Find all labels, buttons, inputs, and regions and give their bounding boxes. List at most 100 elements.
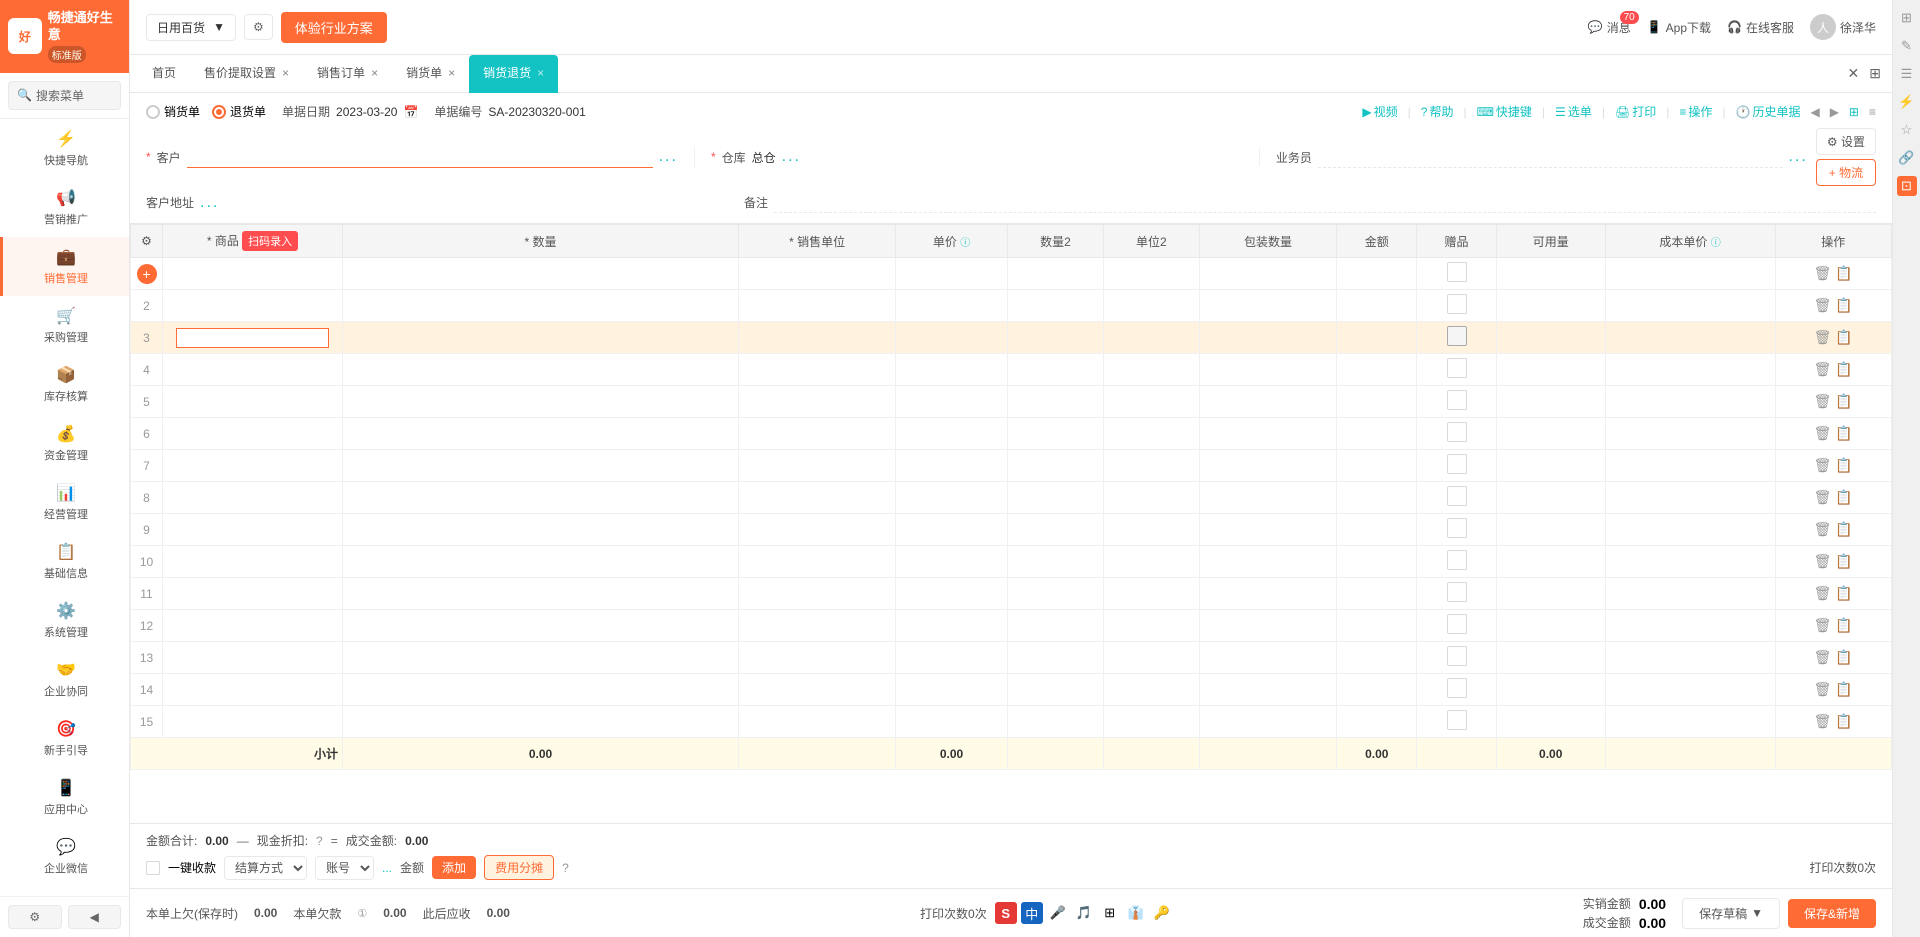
gift-cell[interactable] [1417,482,1497,514]
cost-price-cell[interactable] [1605,610,1775,642]
pack-qty-cell[interactable] [1199,482,1337,514]
available-cell[interactable] [1496,354,1605,386]
copy-icon[interactable]: 📋 [1835,681,1852,698]
cost-price-cell[interactable] [1605,642,1775,674]
cost-price-cell[interactable] [1605,258,1775,290]
unit2-cell[interactable] [1103,610,1199,642]
cost-price-cell[interactable] [1605,290,1775,322]
gift-cell[interactable] [1417,578,1497,610]
delete-icon[interactable]: 🗑 [1814,361,1832,378]
cost-price-tip-icon[interactable]: ⓘ [1711,238,1721,249]
sidebar-item-sales[interactable]: 💼 销售管理 [0,237,129,296]
goods-cell[interactable] [163,514,343,546]
unit2-cell[interactable] [1103,706,1199,738]
unit-price-cell[interactable] [896,354,1008,386]
delete-icon[interactable]: 🗑 [1814,681,1832,698]
amount-cell[interactable] [1337,706,1417,738]
tab-sales-return[interactable]: 销货退货 × [469,55,558,93]
staff-select-dots[interactable]: ... [1789,148,1808,166]
goods-cell[interactable] [163,642,343,674]
copy-icon[interactable]: 📋 [1835,489,1852,506]
unit2-cell[interactable] [1103,290,1199,322]
customer-select-dots[interactable]: ... [659,148,678,166]
qty-cell[interactable] [343,578,739,610]
account-dots[interactable]: ... [382,861,392,875]
sidebar-item-sys-mgmt[interactable]: ⚙️ 系统管理 [0,591,129,650]
sidebar-item-enterprise-wechat[interactable]: 💬 企业微信 [0,827,129,886]
settlement-method-select[interactable]: 结算方式 [224,856,307,880]
unit-price-cell[interactable] [896,322,1008,354]
amount-cell[interactable] [1337,450,1417,482]
qty-cell[interactable] [343,354,739,386]
qty2-cell[interactable] [1008,418,1104,450]
copy-icon[interactable]: 📋 [1835,713,1852,730]
available-cell[interactable] [1496,258,1605,290]
copy-icon[interactable]: 📋 [1835,265,1852,282]
copy-icon[interactable]: 📋 [1835,393,1852,410]
gift-cell[interactable] [1417,450,1497,482]
add-row-button[interactable]: + [137,264,157,284]
delete-icon[interactable]: 🗑 [1814,425,1832,442]
grid-view-icon[interactable]: ⊞ [1849,105,1859,119]
qty-cell[interactable] [343,386,739,418]
tab-sales-order[interactable]: 销售订单 × [303,55,392,93]
scan-barcode-button[interactable]: 扫码录入 [242,231,298,251]
sidebar-item-vip[interactable]: 👑 畅会员 [0,886,129,896]
amount-cell[interactable] [1337,546,1417,578]
bank-account-select[interactable]: 账号 [315,856,374,880]
cost-price-cell[interactable] [1605,450,1775,482]
gift-cell[interactable] [1417,258,1497,290]
pack-qty-cell[interactable] [1199,258,1337,290]
save-new-button[interactable]: 保存&新增 [1788,899,1876,928]
qty2-cell[interactable] [1008,482,1104,514]
qty-cell[interactable] [343,642,739,674]
qty-cell[interactable] [343,610,739,642]
settings-button[interactable]: ⚙ 设置 [1816,128,1876,155]
delete-icon[interactable]: 🗑 [1814,585,1832,602]
unit2-cell[interactable] [1103,322,1199,354]
amount-cell[interactable] [1337,482,1417,514]
cost-price-cell[interactable] [1605,482,1775,514]
qty-cell[interactable] [343,290,739,322]
delete-icon[interactable]: 🗑 [1814,649,1832,666]
amount-cell[interactable] [1337,642,1417,674]
fee-help-icon[interactable]: ? [562,861,569,875]
qty-cell[interactable] [343,706,739,738]
delete-icon[interactable]: 🗑 [1814,297,1832,314]
customer-input[interactable] [187,147,653,168]
gift-cell[interactable] [1417,642,1497,674]
unit-price-cell[interactable] [896,706,1008,738]
prev-doc-icon[interactable]: ◀ [1810,105,1819,119]
sidebar-item-quick-nav[interactable]: ⚡ 快捷导航 [0,119,129,178]
fee-split-button[interactable]: 费用分摊 [484,855,554,880]
goods-cell[interactable] [163,674,343,706]
qty2-cell[interactable] [1008,706,1104,738]
sidebar-item-finance[interactable]: 💰 资金管理 [0,414,129,473]
cost-price-cell[interactable] [1605,354,1775,386]
pack-qty-cell[interactable] [1199,610,1337,642]
pack-qty-cell[interactable] [1199,450,1337,482]
available-cell[interactable] [1496,514,1605,546]
sidebar-item-operations[interactable]: 📊 经营管理 [0,473,129,532]
unit2-cell[interactable] [1103,386,1199,418]
delete-icon[interactable]: 🗑 [1814,393,1832,410]
gift-cell[interactable] [1417,322,1497,354]
copy-icon[interactable]: 📋 [1835,553,1852,570]
close-tab-button[interactable]: ✕ [1845,62,1863,85]
goods-cell[interactable] [163,290,343,322]
tab-sales-delivery[interactable]: 销货单 × [392,55,469,93]
amount-cell[interactable] [1337,290,1417,322]
amount-cell[interactable] [1337,322,1417,354]
tab-price-settings[interactable]: 售价提取设置 × [190,55,303,93]
pack-qty-cell[interactable] [1199,642,1337,674]
staff-input[interactable] [1318,147,1783,168]
online-service-link[interactable]: 🎧 在线客服 [1727,19,1794,36]
goods-cell[interactable] [163,482,343,514]
unit-price-cell[interactable] [896,290,1008,322]
pack-qty-cell[interactable] [1199,674,1337,706]
pack-qty-cell[interactable] [1199,514,1337,546]
goods-cell[interactable] [163,706,343,738]
shortcut-link[interactable]: ⌨ 快捷键 [1477,103,1532,120]
sales-unit-cell[interactable] [739,290,896,322]
qty-cell[interactable] [343,258,739,290]
